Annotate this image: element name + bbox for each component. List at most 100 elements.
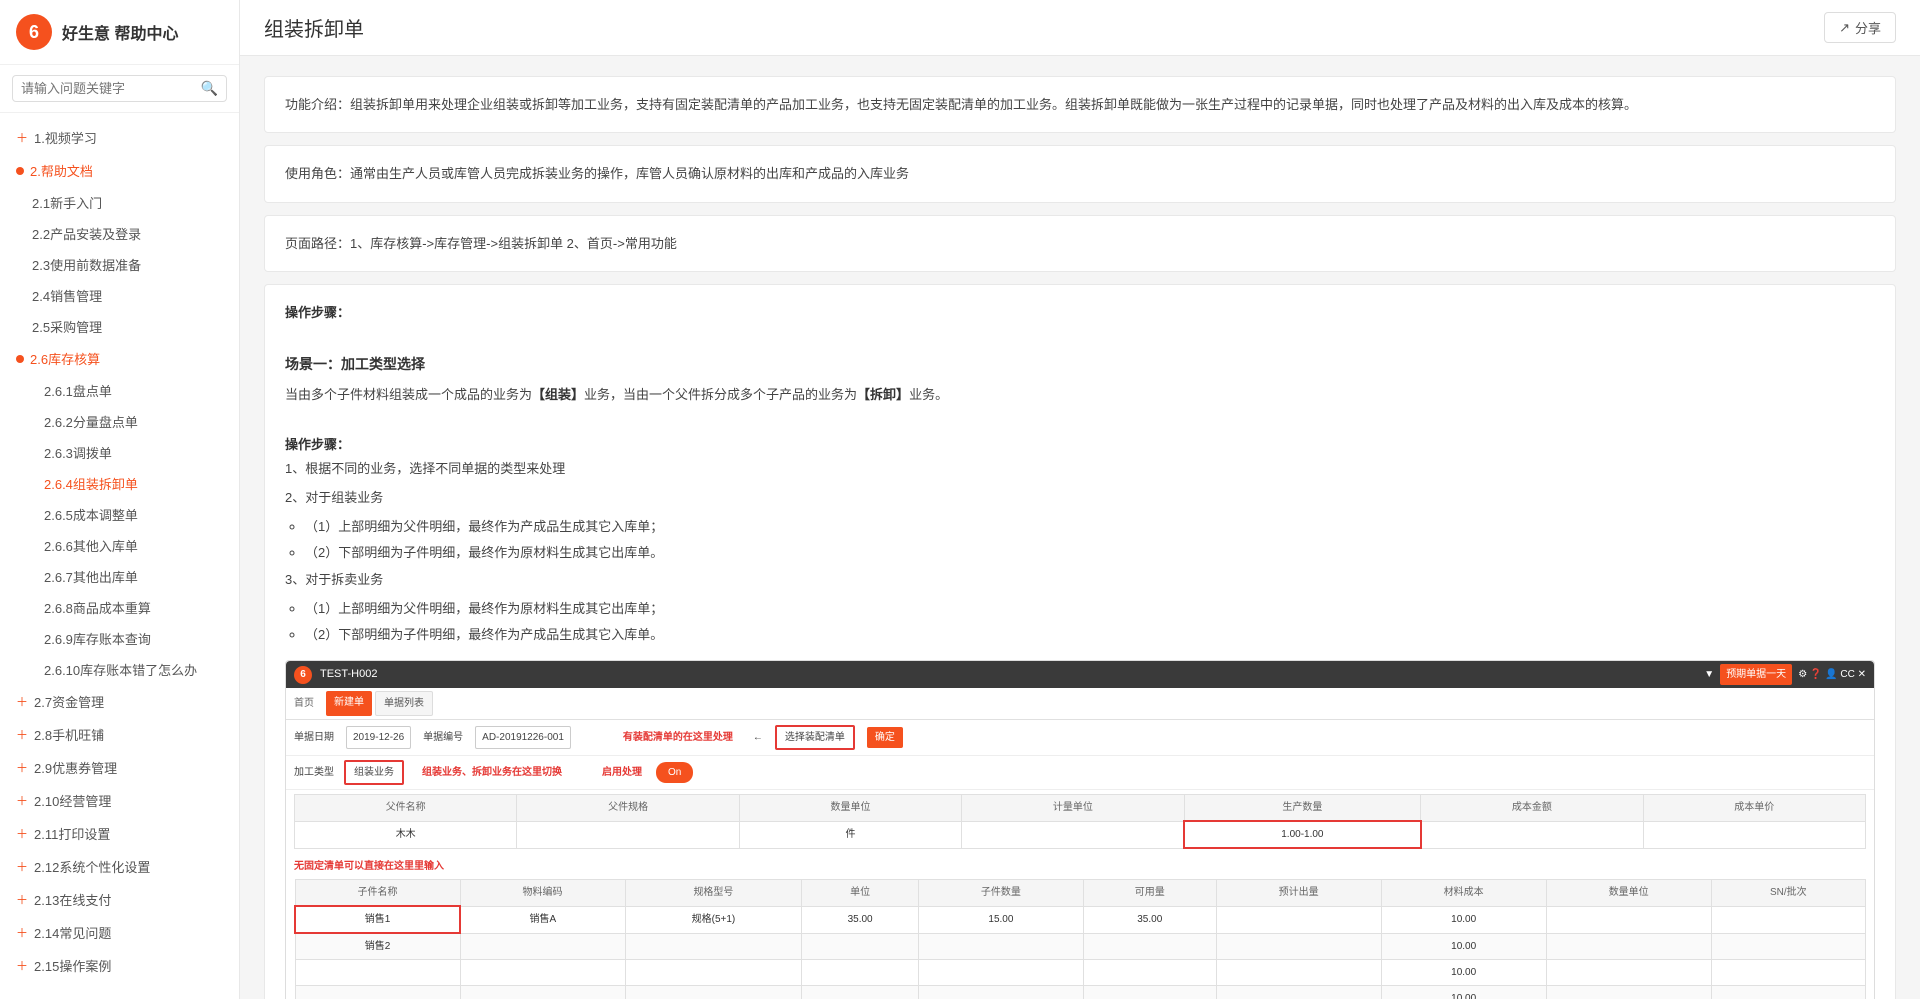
td-spec-1: 规格(5+1): [625, 906, 802, 933]
annotation1-text: 有装配清单的在这里处理: [623, 728, 733, 747]
plus-icon-print: ＋: [16, 825, 28, 842]
th-unit: 单位: [802, 880, 919, 907]
sidebar-item-customize[interactable]: ＋ 2.12系统个性化设置: [0, 850, 239, 883]
step1: 1、根据不同的业务，选择不同单据的类型来处理: [285, 457, 1875, 482]
th-cost-unit: 成本单价: [1643, 795, 1865, 822]
step2: 2、对于组装业务: [285, 486, 1875, 511]
sidebar-item-stocktake[interactable]: 2.6.1盘点单: [0, 375, 239, 406]
type-value[interactable]: 组装业务: [344, 760, 404, 785]
sidebar-item-cost[interactable]: 2.6.5成本调整单: [0, 499, 239, 530]
type-label-text: 加工类型: [294, 763, 334, 782]
sidebar-item-inventory[interactable]: 2.6库存核算: [0, 342, 239, 375]
th-parent-name: 父件名称: [295, 795, 517, 822]
th-expected: 预计出量: [1216, 880, 1381, 907]
dot-icon: [16, 167, 24, 175]
sidebar-item-data[interactable]: 2.3使用前数据准备: [0, 249, 239, 280]
plus-icon-customize: ＋: [16, 858, 28, 875]
sidebar-item-mobile[interactable]: ＋ 2.8手机旺铺: [0, 718, 239, 751]
sidebar-item-stockout[interactable]: 2.6.7其他出库单: [0, 561, 239, 592]
td-unit-1: 35.00: [802, 906, 919, 933]
sidebar-item-stockin[interactable]: 2.6.6其他入库单: [0, 530, 239, 561]
step2a: （1）上部明细为父件明细，最终作为产成品生成其它入库单；: [305, 515, 1875, 540]
annotation3-text: 组装业务、拆卸业务在这里切换: [422, 763, 562, 782]
step3: 3、对于拆卖业务: [285, 568, 1875, 593]
plus-icon-payment: ＋: [16, 891, 28, 908]
sidebar-item-partial[interactable]: 2.6.2分量盘点单: [0, 406, 239, 437]
step3a: （1）上部明细为父件明细，最终作为原材料生成其它出库单；: [305, 597, 1875, 622]
sidebar-item-faq[interactable]: ＋ 2.14常见问题: [0, 916, 239, 949]
top-bar: 组装拆卸单 ↗ 分享: [240, 0, 1920, 56]
sidebar-item-biz[interactable]: ＋ 2.10经营管理: [0, 784, 239, 817]
td-avail-2: [1083, 933, 1216, 960]
sidebar-item-payment[interactable]: ＋ 2.13在线支付: [0, 883, 239, 916]
confirm-btn[interactable]: 确定: [867, 727, 903, 748]
td-parent-name: 木木: [295, 821, 517, 848]
sidebar-item-stockerror[interactable]: 2.6.10库存账本错了怎么办: [0, 654, 239, 685]
td-sn-1: [1711, 906, 1865, 933]
search-box[interactable]: 🔍: [12, 75, 227, 102]
sidebar-item-print[interactable]: ＋ 2.11打印设置: [0, 817, 239, 850]
td-sn-2: [1711, 933, 1865, 960]
status-badge: 预期单据一天: [1720, 664, 1792, 685]
th-material-code: 物料编码: [460, 880, 625, 907]
close-controls: ⚙ ❓ 👤 CC ✕: [1798, 665, 1866, 684]
td-parent-spec: [517, 821, 739, 848]
sidebar-item-newbie[interactable]: 2.1新手入门: [0, 187, 239, 218]
td-spec-2: [625, 933, 802, 960]
step3-sub: （1）上部明细为父件明细，最终作为原材料生成其它出库单； （2）下部明细为子件明…: [285, 597, 1875, 648]
sidebar-item-assembly[interactable]: 2.6.4组装拆卸单: [0, 468, 239, 499]
table-row: 木木 件 1.00-1.00: [295, 821, 1866, 848]
fake-screenshot: 6 TEST-H002 ▼ 预期单据一天 ⚙ ❓ 👤 CC ✕ 首页: [286, 661, 1874, 999]
td-unit-2: [802, 933, 919, 960]
td-sub-name-2: 销售2: [295, 933, 460, 960]
sidebar-item-cases[interactable]: ＋ 2.15操作案例: [0, 949, 239, 982]
dot-icon-inventory: [16, 355, 24, 363]
status-badge-title: ▼: [1704, 665, 1714, 684]
form-date-value[interactable]: 2019-12-26: [346, 726, 411, 749]
td-qtyunit-1: [1546, 906, 1711, 933]
nav-tab-new[interactable]: 新建单: [326, 691, 372, 716]
nav-tab-list[interactable]: 单据列表: [375, 691, 433, 716]
search-area: 🔍: [0, 65, 239, 113]
form-id-label: 单据编号: [423, 728, 463, 747]
td-cost-unit: [1643, 821, 1865, 848]
table-row: 销售2 10.00: [295, 933, 1866, 960]
sidebar-item-video[interactable]: ＋ 1.视频学习: [0, 121, 239, 154]
td-qty-unit: 件: [739, 821, 961, 848]
type-row: 加工类型 组装业务 组装业务、拆卸业务在这里切换 启用处理 On: [286, 756, 1874, 790]
th-prod-qty: 生产数量: [1184, 795, 1421, 822]
form-date-label: 单据日期: [294, 728, 334, 747]
sidebar-item-stockcheck[interactable]: 2.6.9库存账本查询: [0, 623, 239, 654]
sidebar-item-docs[interactable]: 2.帮助文档: [0, 154, 239, 187]
search-input[interactable]: [21, 81, 201, 96]
app-title-text: TEST-H002: [320, 664, 377, 685]
sidebar-item-install[interactable]: 2.2产品安装及登录: [0, 218, 239, 249]
td-sub-name-1: 销售1: [295, 906, 460, 933]
th-material-cost: 材料成本: [1381, 880, 1546, 907]
plus-icon-mobile: ＋: [16, 726, 28, 743]
th-measure-unit: 计量单位: [962, 795, 1184, 822]
sidebar-item-costcalc[interactable]: 2.6.8商品成本重算: [0, 592, 239, 623]
select-config-btn[interactable]: 选择装配清单: [775, 725, 855, 750]
sidebar-item-sales[interactable]: 2.4销售管理: [0, 280, 239, 311]
upper-table: 父件名称 父件规格 数量单位 计量单位 生产数量 成本金额 成本单价: [294, 794, 1866, 849]
search-icon[interactable]: 🔍: [201, 80, 218, 97]
td-expected-2: [1216, 933, 1381, 960]
screenshot-container: 6 TEST-H002 ▼ 预期单据一天 ⚙ ❓ 👤 CC ✕ 首页: [285, 660, 1875, 999]
form-id-value[interactable]: AD-20191226-001: [475, 726, 571, 749]
sidebar-item-purchase[interactable]: 2.5采购管理: [0, 311, 239, 342]
sidebar-item-finance[interactable]: ＋ 2.7资金管理: [0, 685, 239, 718]
page-title: 组装拆卸单: [264, 13, 364, 42]
td-sub-qty-1: 15.00: [918, 906, 1083, 933]
td-code-1: 销售A: [460, 906, 625, 933]
ops-steps-label: 操作步骤：: [285, 433, 1875, 458]
lower-table: 子件名称 物料编码 规格型号 单位 子件数量 可用量 预计出量 材料成本 数量单…: [294, 879, 1866, 999]
sidebar-item-adjust[interactable]: 2.6.3调拨单: [0, 437, 239, 468]
app-logo-text: 好生意 帮助中心: [62, 20, 178, 44]
th-available: 可用量: [1083, 880, 1216, 907]
app-nav-bar: 首页 新建单 单据列表: [286, 688, 1874, 720]
on-toggle[interactable]: On: [656, 762, 693, 783]
sidebar-item-coupon[interactable]: ＋ 2.9优惠券管理: [0, 751, 239, 784]
share-button[interactable]: ↗ 分享: [1824, 12, 1896, 43]
step3b: （2）下部明细为子件明细，最终作为产成品生成其它入库单。: [305, 623, 1875, 648]
